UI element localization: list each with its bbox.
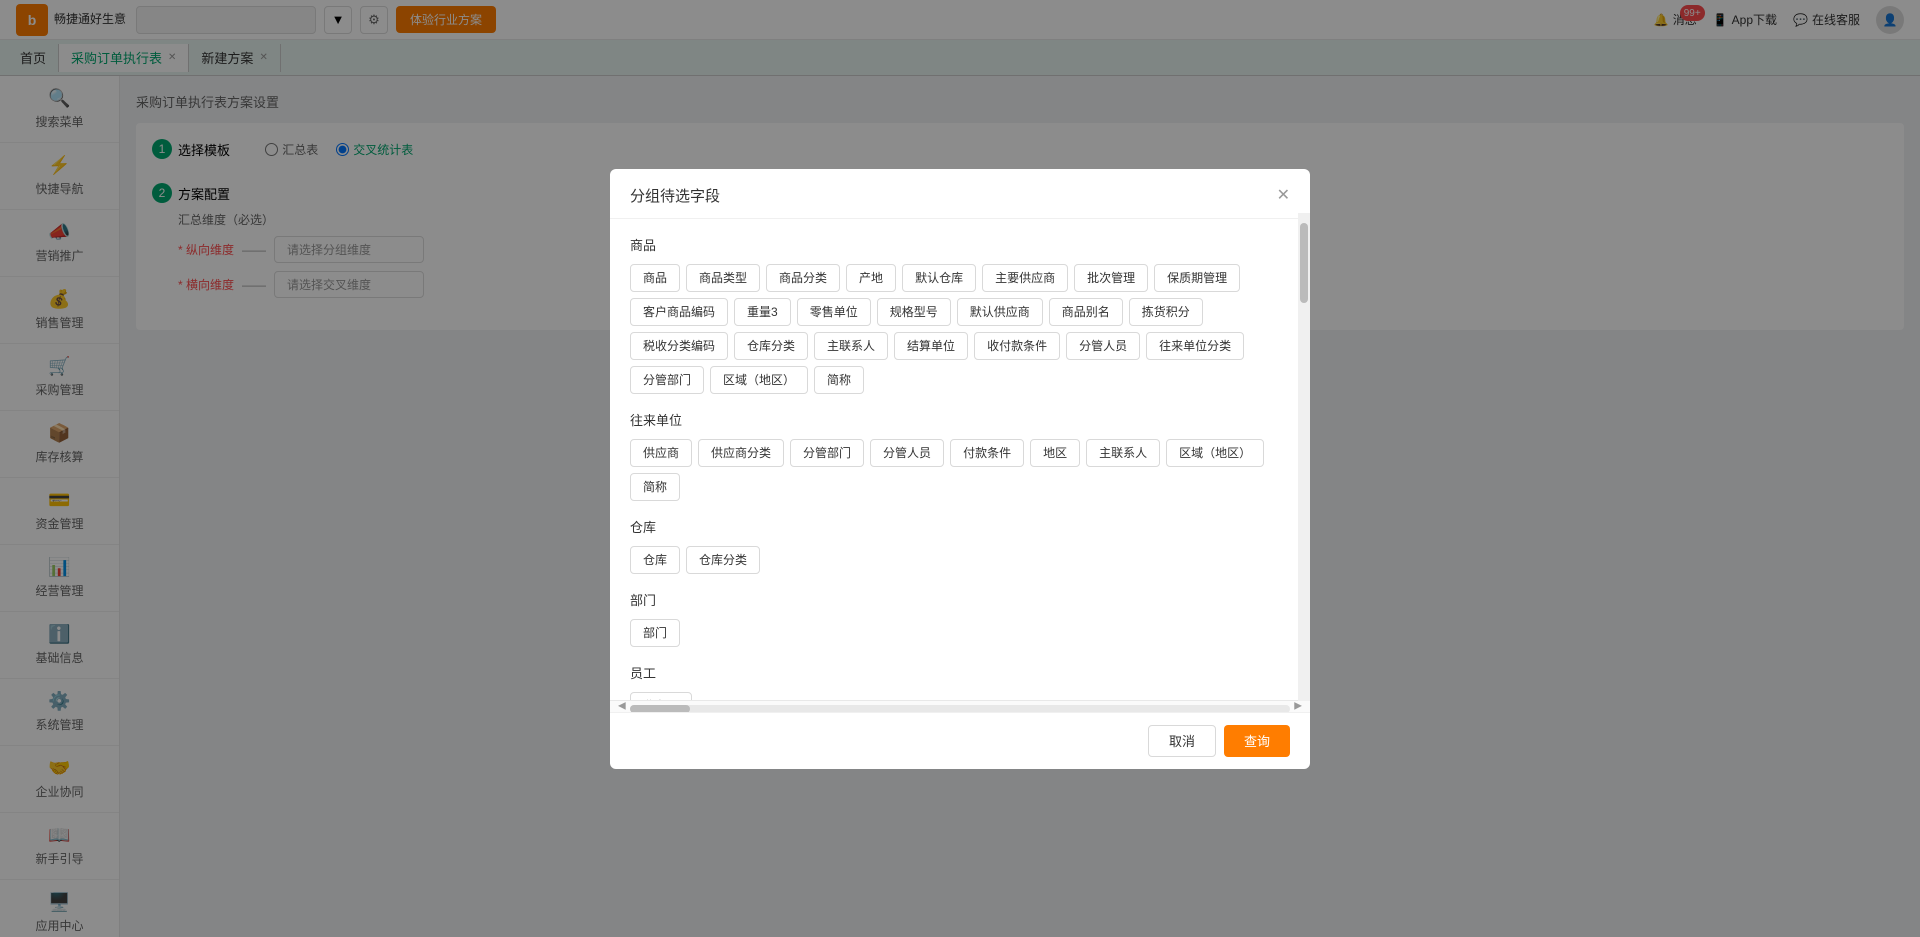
field-managing-dept2[interactable]: 分管部门: [790, 439, 864, 467]
vertical-scrollbar-thumb[interactable]: [1300, 223, 1308, 303]
field-warehouse-cat[interactable]: 仓库分类: [686, 546, 760, 574]
field-region2[interactable]: 区域（地区）: [1166, 439, 1264, 467]
section-transaction: 往来单位 供应商 供应商分类 分管部门 分管人员 付款条件 地区 主联系人 区域…: [630, 410, 1290, 501]
field-product-type[interactable]: 商品类型: [686, 264, 760, 292]
modal-title: 分组待选字段: [630, 185, 720, 206]
product-fields: 商品 商品类型 商品分类 产地 默认仓库 主要供应商 批次管理 保质期管理 客户…: [630, 264, 1290, 394]
scroll-left-arrow[interactable]: ◀: [618, 701, 626, 712]
field-supplier[interactable]: 供应商: [630, 439, 692, 467]
field-product[interactable]: 商品: [630, 264, 680, 292]
dept-fields: 部门: [630, 619, 1290, 647]
field-shelf-life[interactable]: 保质期管理: [1154, 264, 1240, 292]
cancel-button[interactable]: 取消: [1148, 725, 1216, 757]
modal-close-btn[interactable]: ✕: [1277, 185, 1290, 205]
modal-header: 分组待选字段 ✕: [610, 169, 1310, 219]
section-product-title: 商品: [630, 235, 1290, 254]
modal-vertical-scrollbar[interactable]: [1298, 213, 1310, 701]
section-dept-title: 部门: [630, 590, 1290, 609]
section-transaction-title: 往来单位: [630, 410, 1290, 429]
field-batch-mgmt[interactable]: 批次管理: [1074, 264, 1148, 292]
modal-footer: 取消 查询: [610, 712, 1310, 769]
field-main-contact[interactable]: 主联系人: [814, 332, 888, 360]
field-weight[interactable]: 重量3: [734, 298, 791, 326]
field-warehouse-category[interactable]: 仓库分类: [734, 332, 808, 360]
field-select-modal: 分组待选字段 ✕ 商品 商品 商品类型 商品分类 产地 默认仓库 主要供应商 批…: [610, 169, 1310, 769]
field-customer-code[interactable]: 客户商品编码: [630, 298, 728, 326]
employee-fields: 业务员: [630, 692, 1290, 700]
field-payment-cond[interactable]: 付款条件: [950, 439, 1024, 467]
section-warehouse-title: 仓库: [630, 517, 1290, 536]
transaction-fields: 供应商 供应商分类 分管部门 分管人员 付款条件 地区 主联系人 区域（地区） …: [630, 439, 1290, 501]
field-salesperson[interactable]: 业务员: [630, 692, 692, 700]
modal-horizontal-scrollbar[interactable]: ◀ ▶: [610, 700, 1310, 712]
field-settlement-unit[interactable]: 结算单位: [894, 332, 968, 360]
field-supplier-category[interactable]: 供应商分类: [698, 439, 784, 467]
field-spec-model[interactable]: 规格型号: [877, 298, 951, 326]
section-warehouse: 仓库 仓库 仓库分类: [630, 517, 1290, 574]
field-warehouse[interactable]: 仓库: [630, 546, 680, 574]
scrollbar-thumb[interactable]: [630, 705, 690, 712]
scroll-right-arrow[interactable]: ▶: [1294, 701, 1302, 712]
field-main-supplier[interactable]: 主要供应商: [982, 264, 1068, 292]
field-default-warehouse[interactable]: 默认仓库: [902, 264, 976, 292]
section-employee-title: 员工: [630, 663, 1290, 682]
field-retail-unit[interactable]: 零售单位: [797, 298, 871, 326]
field-abbr2[interactable]: 简称: [630, 473, 680, 501]
field-pick-points[interactable]: 拣货积分: [1129, 298, 1203, 326]
field-dept-manager[interactable]: 分管人员: [1066, 332, 1140, 360]
modal-body: 商品 商品 商品类型 商品分类 产地 默认仓库 主要供应商 批次管理 保质期管理…: [610, 219, 1310, 700]
field-payment-terms[interactable]: 收付款条件: [974, 332, 1060, 360]
warehouse-fields: 仓库 仓库分类: [630, 546, 1290, 574]
field-region[interactable]: 区域（地区）: [710, 366, 808, 394]
field-managing-dept[interactable]: 分管部门: [630, 366, 704, 394]
field-transaction-category[interactable]: 往来单位分类: [1146, 332, 1244, 360]
section-dept: 部门 部门: [630, 590, 1290, 647]
field-origin[interactable]: 产地: [846, 264, 896, 292]
modal-overlay: 分组待选字段 ✕ 商品 商品 商品类型 商品分类 产地 默认仓库 主要供应商 批…: [0, 0, 1920, 937]
section-product: 商品 商品 商品类型 商品分类 产地 默认仓库 主要供应商 批次管理 保质期管理…: [630, 235, 1290, 394]
field-abbr[interactable]: 简称: [814, 366, 864, 394]
field-area[interactable]: 地区: [1030, 439, 1080, 467]
section-employee: 员工 业务员: [630, 663, 1290, 700]
field-tax-code[interactable]: 税收分类编码: [630, 332, 728, 360]
field-main-contact2[interactable]: 主联系人: [1086, 439, 1160, 467]
field-product-category[interactable]: 商品分类: [766, 264, 840, 292]
field-dept[interactable]: 部门: [630, 619, 680, 647]
vertical-scrollbar-track: [1298, 213, 1310, 701]
field-product-alias[interactable]: 商品别名: [1049, 298, 1123, 326]
field-manager2[interactable]: 分管人员: [870, 439, 944, 467]
field-default-supplier[interactable]: 默认供应商: [957, 298, 1043, 326]
scrollbar-track: [630, 705, 1290, 712]
confirm-button[interactable]: 查询: [1224, 725, 1290, 757]
